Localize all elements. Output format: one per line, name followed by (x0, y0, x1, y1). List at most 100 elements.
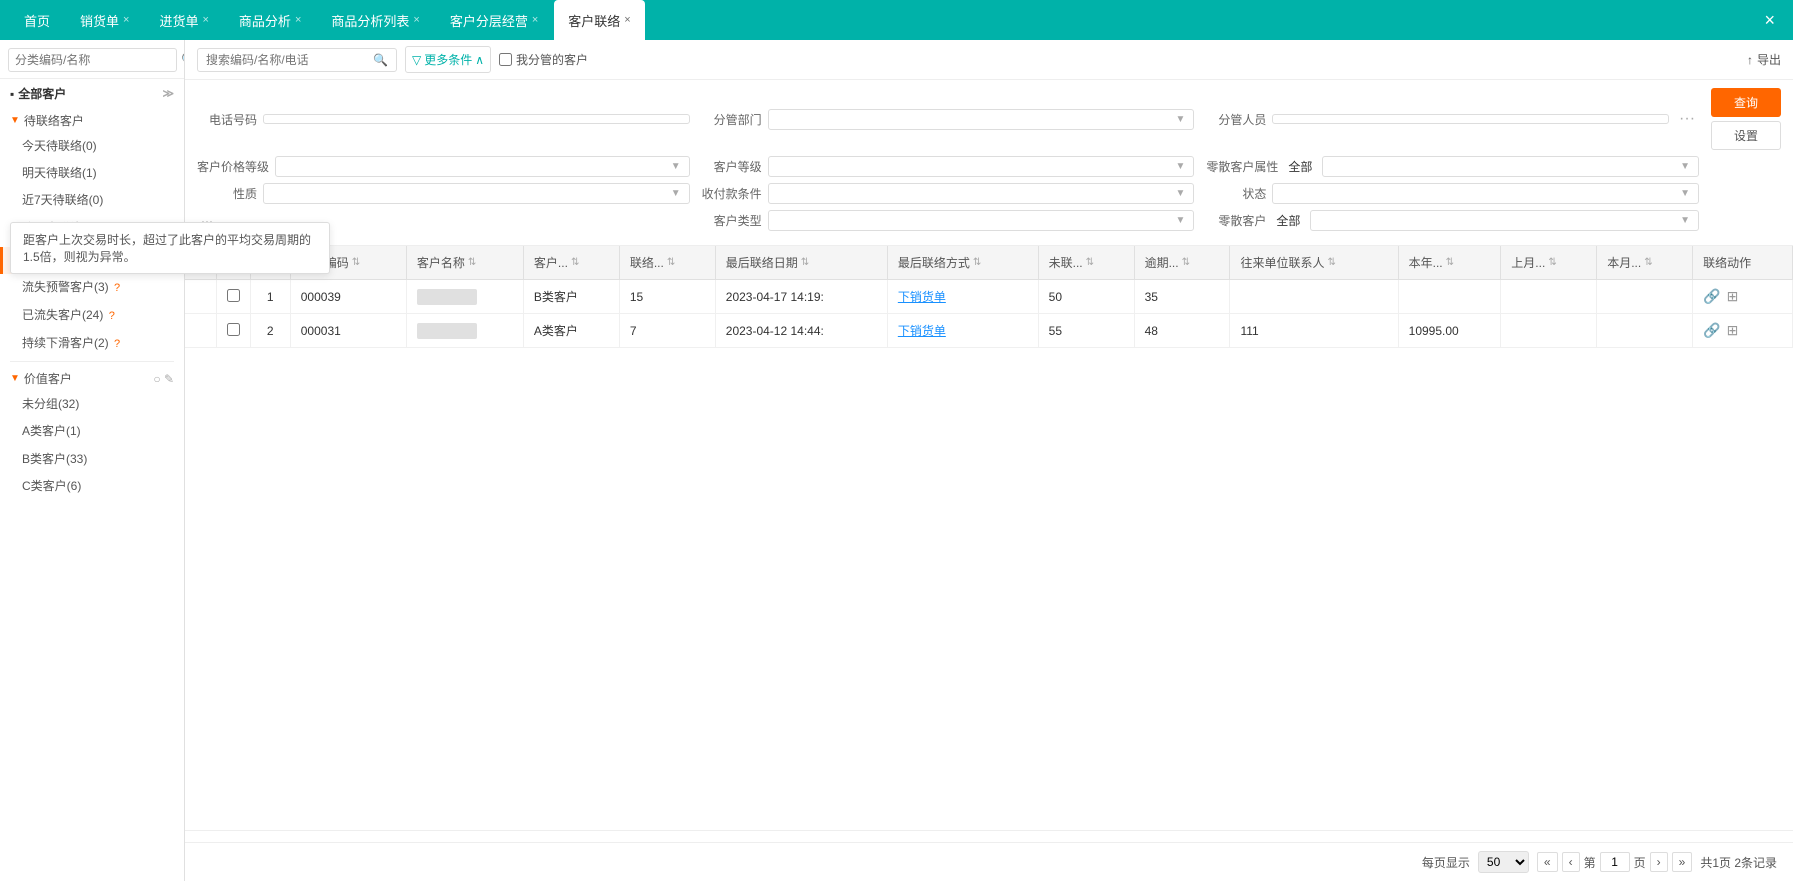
row2-select-checkbox[interactable] (227, 323, 240, 336)
nav-tab-customer-tier[interactable]: 客户分层经营 × (436, 0, 552, 40)
row2-num: 2 (250, 314, 290, 348)
filter-department-input[interactable]: ▼ (768, 109, 1195, 130)
filter-search-box[interactable]: 🔍 (197, 48, 397, 72)
filter-price-level-input[interactable]: ▼ (275, 156, 690, 177)
col-last-month[interactable]: 上月... ⇅ (1501, 246, 1597, 280)
col-last-contact-date[interactable]: 最后联络日期 ⇅ (715, 246, 887, 280)
retail-customer-arrow-icon: ▼ (1680, 215, 1690, 226)
close-all-tabs[interactable]: × (1756, 10, 1783, 31)
row2-action-grid-icon[interactable]: ⊞ (1727, 322, 1739, 339)
col-unit-contacts[interactable]: 往来单位联系人 ⇅ (1230, 246, 1398, 280)
close-analysis-list-tab[interactable]: × (413, 14, 419, 26)
sidebar-pending-contact-group[interactable]: ▼ 待联络客户 (0, 108, 184, 133)
row1-category: B类客户 (523, 280, 619, 314)
filter-field-customer-type: 客户类型 ▼ (702, 210, 1195, 231)
col-contacts[interactable]: 联络... ⇅ (619, 246, 715, 280)
row2-unreached: 55 (1038, 314, 1134, 348)
filter-status-input[interactable]: ▼ (1272, 183, 1699, 204)
last-page-btn[interactable]: » (1672, 852, 1693, 872)
filter-gender-input[interactable]: ▼ (263, 183, 690, 204)
col-overdue[interactable]: 逾期... ⇅ (1134, 246, 1230, 280)
gender-arrow-icon: ▼ (671, 188, 681, 199)
filter-payment-input[interactable]: ▼ (768, 183, 1195, 204)
sidebar-edit-icons[interactable]: ○ ✎ (153, 372, 174, 386)
sidebar-item-a-class[interactable]: A类客户(1) (0, 418, 184, 445)
row1-last-date: 2023-04-17 14:19: (715, 280, 887, 314)
col-this-month[interactable]: 本月... ⇅ (1597, 246, 1693, 280)
sidebar-all-customers[interactable]: ▪ 全部客户 ≫ (0, 79, 184, 108)
my-customers-check[interactable] (499, 53, 512, 66)
row2-category: A类客户 (523, 314, 619, 348)
row2-checkbox[interactable] (216, 314, 250, 348)
settings-button[interactable]: 设置 (1711, 121, 1781, 150)
row1-last-method[interactable]: 下销货单 (887, 280, 1038, 314)
col-category[interactable]: 客户... ⇅ (523, 246, 619, 280)
nav-tab-sales[interactable]: 销货单 × (66, 0, 143, 40)
nav-tab-analysis[interactable]: 商品分析 × (225, 0, 315, 40)
row1-action-grid-icon[interactable]: ⊞ (1727, 288, 1739, 305)
nav-tab-purchase[interactable]: 进货单 × (145, 0, 222, 40)
row1-name[interactable] (406, 280, 523, 314)
row1-unreached: 50 (1038, 280, 1134, 314)
close-customer-tier-tab[interactable]: × (532, 14, 538, 26)
filter-phone-input[interactable] (263, 114, 690, 124)
status-arrow-icon: ▼ (1680, 188, 1690, 199)
customer-type-arrow-icon: ▼ (1175, 215, 1185, 226)
sidebar-item-lost-preview[interactable]: 流失预警客户(3) ? (0, 274, 184, 302)
filter-search-input[interactable] (206, 53, 369, 67)
nav-tab-analysis-list[interactable]: 商品分析列表 × (317, 0, 433, 40)
filter-retail-attr-input[interactable]: ▼ (1322, 156, 1699, 177)
prev-page-btn[interactable]: ‹ (1562, 852, 1580, 872)
main-layout: 🔍 ▪ 全部客户 ≫ ▼ 待联络客户 今天待联络(0) 明天待联络(1) 近7天… (0, 40, 1793, 881)
sidebar-item-already-lost[interactable]: 已流失客户(24) ? (0, 302, 184, 330)
row1-select-checkbox[interactable] (227, 289, 240, 302)
export-btn[interactable]: ↑ 导出 (1747, 51, 1781, 68)
col-last-contact-method[interactable]: 最后联络方式 ⇅ (887, 246, 1038, 280)
sidebar-item-7days[interactable]: 近7天待联络(0) (0, 187, 184, 214)
row1-action-link-icon[interactable]: 🔗 (1703, 288, 1720, 305)
page-number-input[interactable] (1600, 852, 1630, 872)
manager-dots-btn[interactable]: ··· (1675, 110, 1699, 128)
more-conditions-btn[interactable]: ▽ 更多条件 ∧ (405, 46, 491, 73)
sidebar-value-customers-group[interactable]: ▼ 价值客户 ○ ✎ (0, 366, 184, 391)
filter-customer-level-input[interactable]: ▼ (768, 156, 1195, 177)
col-actions: 联络动作 (1693, 246, 1793, 280)
col-this-year[interactable]: 本年... ⇅ (1398, 246, 1501, 280)
row2-last-method[interactable]: 下销货单 (887, 314, 1038, 348)
sidebar-search-input[interactable] (8, 48, 177, 72)
table-area: ⚙ 客户编码 ⇅ 客户名称 (185, 246, 1793, 830)
last-date-sort-icon: ⇅ (801, 257, 809, 268)
nav-tab-customer-contact[interactable]: 客户联络 × (554, 0, 644, 40)
close-analysis-tab[interactable]: × (295, 14, 301, 26)
sidebar-item-tomorrow[interactable]: 明天待联络(1) (0, 160, 184, 187)
sidebar-item-unassigned[interactable]: 未分组(32) (0, 391, 184, 418)
col-unreached[interactable]: 未联... ⇅ (1038, 246, 1134, 280)
close-purchase-tab[interactable]: × (202, 14, 208, 26)
filter-customer-type-input[interactable]: ▼ (768, 210, 1195, 231)
row2-action-link-icon[interactable]: 🔗 (1703, 322, 1720, 339)
close-customer-contact-tab[interactable]: × (624, 14, 630, 26)
horizontal-scrollbar[interactable] (185, 830, 1793, 842)
sidebar-item-declining[interactable]: 持续下滑客户(2) ? (0, 330, 184, 358)
sidebar-collapse-btn[interactable]: ≫ (162, 87, 174, 100)
sidebar-item-b-class[interactable]: B类客户(33) (0, 446, 184, 473)
filter-row-3: 性质 ▼ 收付款条件 ▼ 状态 (197, 183, 1781, 204)
next-page-btn[interactable]: › (1650, 852, 1668, 872)
row1-checkbox[interactable] (216, 280, 250, 314)
close-sales-tab[interactable]: × (123, 14, 129, 26)
nav-tab-home[interactable]: 首页 (10, 0, 64, 40)
value-tri-icon: ▼ (10, 373, 20, 384)
filter-row-1: 电话号码 分管部门 ▼ 分管人员 (197, 88, 1781, 150)
sidebar-item-c-class[interactable]: C类客户(6) (0, 473, 184, 500)
declining-help-icon: ? (114, 338, 120, 350)
first-page-btn[interactable]: « (1537, 852, 1558, 872)
query-button[interactable]: 查询 (1711, 88, 1781, 117)
filter-manager-input[interactable] (1272, 114, 1669, 124)
sidebar-item-today[interactable]: 今天待联络(0) (0, 133, 184, 160)
my-customers-checkbox[interactable]: 我分管的客户 (499, 51, 588, 68)
per-page-select[interactable]: 50 100 200 (1478, 851, 1529, 873)
row2-name[interactable] (406, 314, 523, 348)
filter-retail-customer-input[interactable]: ▼ (1310, 210, 1699, 231)
row1-overdue: 35 (1134, 280, 1230, 314)
col-name[interactable]: 客户名称 ⇅ (406, 246, 523, 280)
